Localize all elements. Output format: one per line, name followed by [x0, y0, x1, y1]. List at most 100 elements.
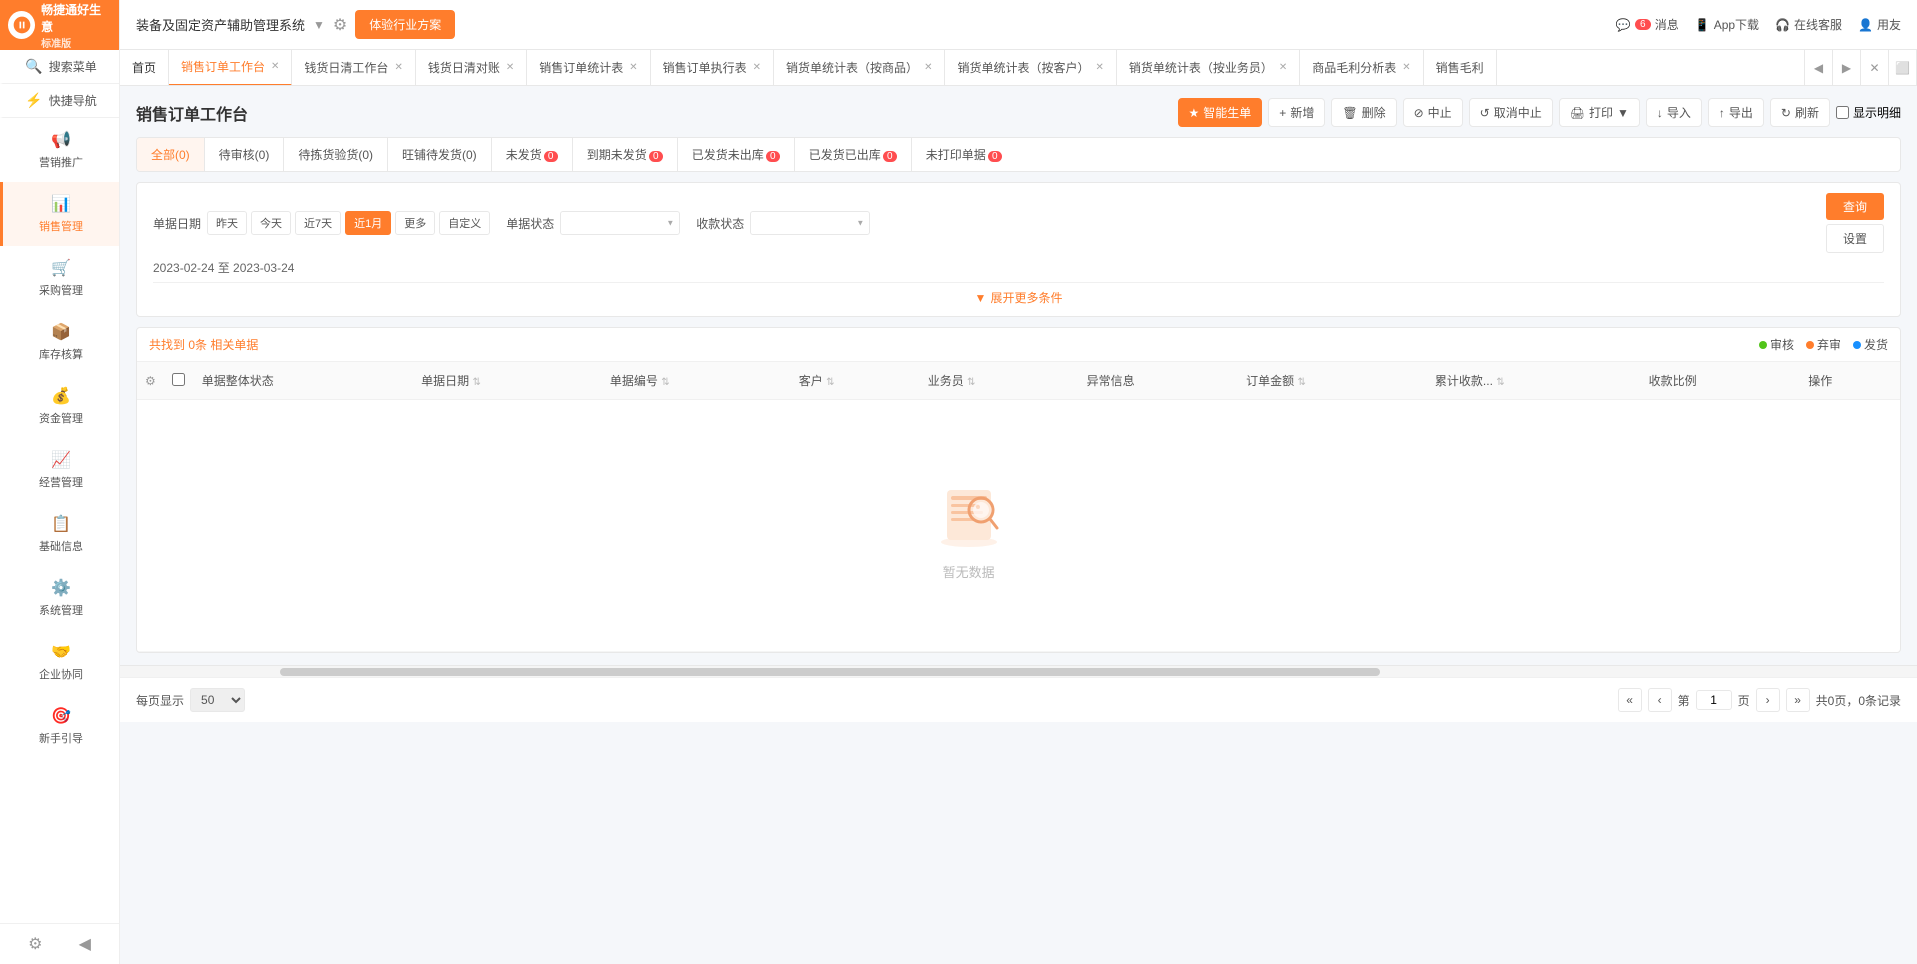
- tab-cash-daily[interactable]: 钱货日清工作台 ✕: [292, 50, 415, 86]
- page-input[interactable]: [1696, 690, 1732, 710]
- tab-sales-report-product-close[interactable]: ✕: [924, 62, 932, 73]
- refresh-button[interactable]: ↻ 刷新: [1770, 98, 1830, 127]
- add-button[interactable]: + 新增: [1268, 98, 1325, 127]
- horizontal-scrollbar[interactable]: [120, 665, 1917, 677]
- filter-tab-pending-inspect[interactable]: 待拣货验货(0): [284, 138, 388, 171]
- solution-button[interactable]: 体验行业方案: [355, 10, 455, 39]
- page-last-btn[interactable]: »: [1786, 688, 1810, 712]
- export-button[interactable]: ↑ 导出: [1708, 98, 1764, 127]
- sidebar-item-sales[interactable]: 📊 销售管理: [0, 182, 119, 246]
- filter-tab-unprinted[interactable]: 未打印单据0: [912, 138, 1016, 171]
- tab-sales-report-staff[interactable]: 销货单统计表（按业务员） ✕: [1117, 50, 1300, 86]
- review-action[interactable]: 审核: [1759, 336, 1794, 353]
- tab-sales-workbench-close[interactable]: ✕: [271, 61, 279, 72]
- query-button[interactable]: 查询: [1826, 193, 1884, 220]
- select-all-checkbox[interactable]: [172, 373, 185, 386]
- date-btn-today[interactable]: 今天: [251, 211, 291, 235]
- message-item[interactable]: 💬 6 消息: [1616, 16, 1679, 33]
- filter-tab-unshipped[interactable]: 未发货0: [492, 138, 573, 171]
- page-next-btn[interactable]: ›: [1756, 688, 1780, 712]
- expand-icon[interactable]: ▼: [313, 18, 325, 32]
- print-button[interactable]: 🖨 打印 ▼: [1559, 98, 1640, 127]
- date-btn-more[interactable]: 更多: [395, 211, 435, 235]
- settings-button[interactable]: 设置: [1826, 224, 1884, 253]
- tab-close-all[interactable]: ✕: [1861, 50, 1889, 86]
- col-customer[interactable]: 客户 ⇅: [791, 362, 920, 400]
- date-btn-7days[interactable]: 近7天: [295, 211, 341, 235]
- sidebar-item-inventory[interactable]: 📦 库存核算: [0, 310, 119, 374]
- col-received[interactable]: 累计收款... ⇅: [1427, 362, 1641, 400]
- page-first-btn[interactable]: «: [1618, 688, 1642, 712]
- col-number[interactable]: 单据编号 ⇅: [602, 362, 791, 400]
- amount-sort-icon[interactable]: ⇅: [1297, 377, 1305, 388]
- sidebar-item-search[interactable]: 🔍 搜索菜单: [0, 50, 119, 84]
- filter-tab-pending-review[interactable]: 待审核(0): [205, 138, 285, 171]
- stop-button[interactable]: ⊘ 中止: [1403, 98, 1463, 127]
- date-sort-icon[interactable]: ⇅: [472, 377, 480, 388]
- import-button[interactable]: ↓ 导入: [1646, 98, 1702, 127]
- tab-cash-daily-close[interactable]: ✕: [394, 62, 402, 73]
- scrollbar-thumb[interactable]: [280, 668, 1380, 676]
- sidebar-item-system[interactable]: ⚙️ 系统管理: [0, 566, 119, 630]
- number-sort-icon[interactable]: ⇅: [661, 377, 669, 388]
- tab-sales-report-customer[interactable]: 销货单统计表（按客户） ✕: [945, 50, 1116, 86]
- tab-sales-exec[interactable]: 销售订单执行表 ✕: [651, 50, 774, 86]
- tab-sales-workbench[interactable]: 销售订单工作台 ✕: [169, 50, 292, 86]
- settings-bottom-icon[interactable]: ⚙: [28, 934, 42, 954]
- expand-more-button[interactable]: ▼ 展开更多条件: [153, 289, 1884, 306]
- col-amount[interactable]: 订单金额 ⇅: [1238, 362, 1427, 400]
- tab-cash-reconcile-close[interactable]: ✕: [506, 62, 514, 73]
- filter-tab-overdue-ship[interactable]: 到期未发货0: [573, 138, 678, 171]
- user-item[interactable]: 👤 用友: [1858, 16, 1901, 33]
- collapse-icon[interactable]: ◀: [79, 934, 91, 954]
- sidebar-item-enterprise[interactable]: 🤝 企业协同: [0, 630, 119, 694]
- received-sort-icon[interactable]: ⇅: [1496, 377, 1504, 388]
- status-select[interactable]: [560, 211, 680, 235]
- filter-tab-shipped-out[interactable]: 已发货已出库0: [795, 138, 912, 171]
- filter-tab-shipped-not-in[interactable]: 已发货未出库0: [678, 138, 795, 171]
- show-detail-checkbox[interactable]: [1836, 106, 1849, 119]
- sidebar-item-purchase[interactable]: 🛒 采购管理: [0, 246, 119, 310]
- tab-cash-reconcile[interactable]: 钱货日清对账 ✕: [416, 50, 527, 86]
- show-detail-label[interactable]: 显示明细: [1836, 104, 1901, 121]
- sidebar-item-quick-nav[interactable]: ⚡ 快捷导航: [0, 84, 119, 118]
- col-date[interactable]: 单据日期 ⇅: [413, 362, 602, 400]
- tab-maximize[interactable]: ⬜: [1889, 50, 1917, 86]
- tab-sales-report-customer-close[interactable]: ✕: [1095, 62, 1103, 73]
- filter-tab-wangpu-ship[interactable]: 旺铺待发货(0): [388, 138, 492, 171]
- tab-sales-stats[interactable]: 销售订单统计表 ✕: [527, 50, 650, 86]
- sidebar-item-operations[interactable]: 📈 经营管理: [0, 438, 119, 502]
- tab-product-margin[interactable]: 商品毛利分析表 ✕: [1300, 50, 1423, 86]
- col-settings[interactable]: ⚙: [137, 362, 164, 400]
- ship-action[interactable]: 发货: [1853, 336, 1888, 353]
- payment-select[interactable]: [750, 211, 870, 235]
- date-btn-1month[interactable]: 近1月: [345, 211, 391, 235]
- per-page-select[interactable]: 50 100 200: [190, 688, 245, 712]
- filter-tab-all[interactable]: 全部(0): [137, 138, 205, 171]
- page-prev-btn[interactable]: ‹: [1648, 688, 1672, 712]
- tab-sales-report-product[interactable]: 销货单统计表（按商品） ✕: [774, 50, 945, 86]
- salesperson-sort-icon[interactable]: ⇅: [967, 377, 975, 388]
- tab-scroll-left[interactable]: ◀: [1805, 50, 1833, 86]
- date-btn-yesterday[interactable]: 昨天: [207, 211, 247, 235]
- sidebar-item-guide[interactable]: 🎯 新手引导: [0, 694, 119, 758]
- tab-sales-stats-close[interactable]: ✕: [629, 62, 637, 73]
- tab-product-margin-close[interactable]: ✕: [1402, 62, 1410, 73]
- tab-scroll-right[interactable]: ▶: [1833, 50, 1861, 86]
- customer-sort-icon[interactable]: ⇅: [826, 377, 834, 388]
- tab-home[interactable]: 首页: [120, 50, 169, 86]
- date-btn-custom[interactable]: 自定义: [439, 211, 490, 235]
- tab-sales-profit[interactable]: 销售毛利: [1424, 50, 1497, 86]
- tab-sales-report-staff-close[interactable]: ✕: [1279, 62, 1287, 73]
- online-service-item[interactable]: 🎧 在线客服: [1775, 16, 1842, 33]
- sidebar-item-marketing[interactable]: 📢 营销推广: [0, 118, 119, 182]
- delete-button[interactable]: 🗑 删除: [1331, 98, 1396, 127]
- col-salesperson[interactable]: 业务员 ⇅: [920, 362, 1079, 400]
- app-download-item[interactable]: 📱 App下载: [1695, 16, 1759, 33]
- sidebar-item-finance[interactable]: 💰 资金管理: [0, 374, 119, 438]
- tab-sales-exec-close[interactable]: ✕: [753, 62, 761, 73]
- sidebar-item-basic-info[interactable]: 📋 基础信息: [0, 502, 119, 566]
- cancel-stop-button[interactable]: ↺ 取消中止: [1469, 98, 1553, 127]
- smart-create-button[interactable]: ★ 智能生单: [1178, 98, 1263, 127]
- col-checkbox[interactable]: [164, 362, 194, 400]
